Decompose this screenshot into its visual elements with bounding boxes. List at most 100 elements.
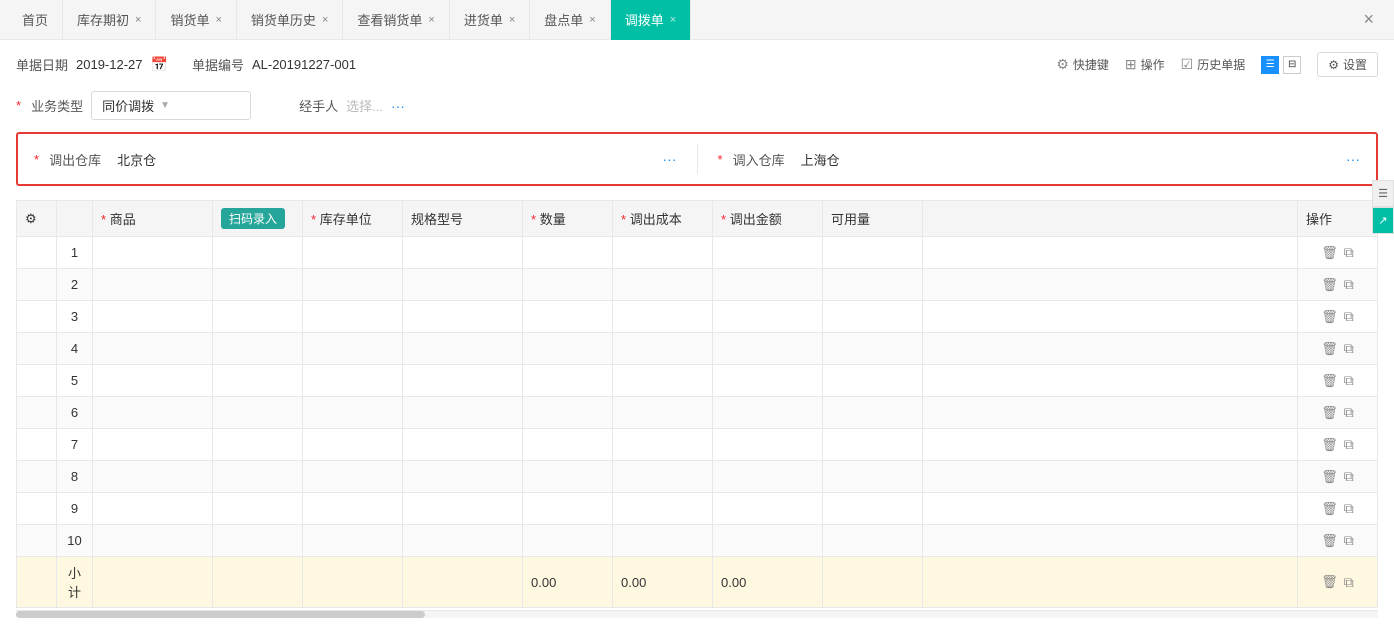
td-cost-9[interactable] [613,493,713,525]
td-qty-1[interactable] [523,237,613,269]
layout-icon-grid[interactable]: ⊟ [1283,56,1301,74]
copy-icon-11[interactable]: ⧉ [1344,574,1354,591]
tab-inventory-check-close[interactable]: × [589,14,595,26]
td-cost-10[interactable] [613,525,713,557]
tab-inventory-check[interactable]: 盘点单 × [530,0,610,40]
td-spec-5[interactable] [403,365,523,397]
tab-transfer-close[interactable]: × [670,14,676,26]
td-unit-1[interactable] [303,237,403,269]
td-unit-6[interactable] [303,397,403,429]
td-unit-2[interactable] [303,269,403,301]
window-close-button[interactable]: × [1351,9,1386,30]
td-qty-8[interactable] [523,461,613,493]
td-amount-5[interactable] [713,365,823,397]
td-product-11[interactable] [93,557,213,608]
gear-icon[interactable]: ⚙ [25,211,37,226]
td-cost-8[interactable] [613,461,713,493]
delete-icon-4[interactable]: 🗑 [1321,341,1338,357]
history-btn[interactable]: ☑ 历史单据 [1181,56,1246,73]
tab-transfer[interactable]: 调拨单 × [611,0,691,40]
copy-icon-4[interactable]: ⧉ [1344,340,1354,357]
td-product-3[interactable] [93,301,213,333]
td-spec-10[interactable] [403,525,523,557]
td-spec-8[interactable] [403,461,523,493]
td-qty-4[interactable] [523,333,613,365]
copy-icon-6[interactable]: ⧉ [1344,404,1354,421]
td-qty-3[interactable] [523,301,613,333]
td-product-4[interactable] [93,333,213,365]
copy-icon-7[interactable]: ⧉ [1344,436,1354,453]
td-cost-3[interactable] [613,301,713,333]
td-unit-5[interactable] [303,365,403,397]
td-unit-8[interactable] [303,461,403,493]
td-amount-3[interactable] [713,301,823,333]
td-cost-7[interactable] [613,429,713,461]
td-product-7[interactable] [93,429,213,461]
td-cost-6[interactable] [613,397,713,429]
td-spec-7[interactable] [403,429,523,461]
td-product-6[interactable] [93,397,213,429]
copy-icon-5[interactable]: ⧉ [1344,372,1354,389]
tab-home[interactable]: 首页 [8,0,63,40]
copy-icon-3[interactable]: ⧉ [1344,308,1354,325]
td-qty-6[interactable] [523,397,613,429]
td-product-10[interactable] [93,525,213,557]
copy-icon-1[interactable]: ⧉ [1344,244,1354,261]
td-unit-11[interactable] [303,557,403,608]
td-amount-4[interactable] [713,333,823,365]
td-amount-11[interactable]: 0.00 [713,557,823,608]
copy-icon-9[interactable]: ⧉ [1344,500,1354,517]
calendar-icon[interactable]: 📅 [151,56,168,73]
td-amount-8[interactable] [713,461,823,493]
scan-button[interactable]: 扫码录入 [221,208,285,229]
tab-sales-history[interactable]: 销货单历史 × [237,0,343,40]
td-product-5[interactable] [93,365,213,397]
td-spec-4[interactable] [403,333,523,365]
td-product-9[interactable] [93,493,213,525]
delete-icon-2[interactable]: 🗑 [1321,277,1338,293]
delete-icon-7[interactable]: 🗑 [1321,437,1338,453]
tab-purchase[interactable]: 进货单 × [450,0,530,40]
td-amount-7[interactable] [713,429,823,461]
td-amount-1[interactable] [713,237,823,269]
right-float-export-btn[interactable]: ↗ [1372,207,1394,234]
tab-sales-order-close[interactable]: × [215,14,221,26]
td-cost-1[interactable] [613,237,713,269]
warehouse-out-more-icon[interactable]: ··· [663,151,677,167]
scrollbar-thumb[interactable] [16,611,425,618]
td-product-2[interactable] [93,269,213,301]
delete-icon-9[interactable]: 🗑 [1321,501,1338,517]
delete-icon-10[interactable]: 🗑 [1321,533,1338,549]
td-qty-11[interactable]: 0.00 [523,557,613,608]
horizontal-scrollbar[interactable] [16,610,1378,618]
right-float-list-btn[interactable]: ☰ [1372,180,1394,207]
td-cost-4[interactable] [613,333,713,365]
tab-sales-history-close[interactable]: × [322,14,328,26]
layout-icon-list[interactable]: ☰ [1261,56,1279,74]
td-amount-6[interactable] [713,397,823,429]
delete-icon-11[interactable]: 🗑 [1321,574,1338,590]
td-amount-9[interactable] [713,493,823,525]
tab-view-sales[interactable]: 查看销货单 × [343,0,449,40]
copy-icon-10[interactable]: ⧉ [1344,532,1354,549]
td-unit-4[interactable] [303,333,403,365]
td-qty-9[interactable] [523,493,613,525]
tab-view-sales-close[interactable]: × [428,14,434,26]
handler-placeholder[interactable]: 选择... [346,96,383,115]
tab-sales-order[interactable]: 销货单 × [156,0,236,40]
td-qty-7[interactable] [523,429,613,461]
td-qty-10[interactable] [523,525,613,557]
td-qty-5[interactable] [523,365,613,397]
copy-icon-8[interactable]: ⧉ [1344,468,1354,485]
td-spec-9[interactable] [403,493,523,525]
delete-icon-8[interactable]: 🗑 [1321,469,1338,485]
td-unit-9[interactable] [303,493,403,525]
td-unit-3[interactable] [303,301,403,333]
td-cost-2[interactable] [613,269,713,301]
td-spec-1[interactable] [403,237,523,269]
settings-button[interactable]: ⚙ 设置 [1317,52,1378,77]
td-qty-2[interactable] [523,269,613,301]
shortcuts-btn[interactable]: ⚙ 快捷键 [1056,56,1109,73]
copy-icon-2[interactable]: ⧉ [1344,276,1354,293]
warehouse-in-more-icon[interactable]: ··· [1346,151,1360,167]
